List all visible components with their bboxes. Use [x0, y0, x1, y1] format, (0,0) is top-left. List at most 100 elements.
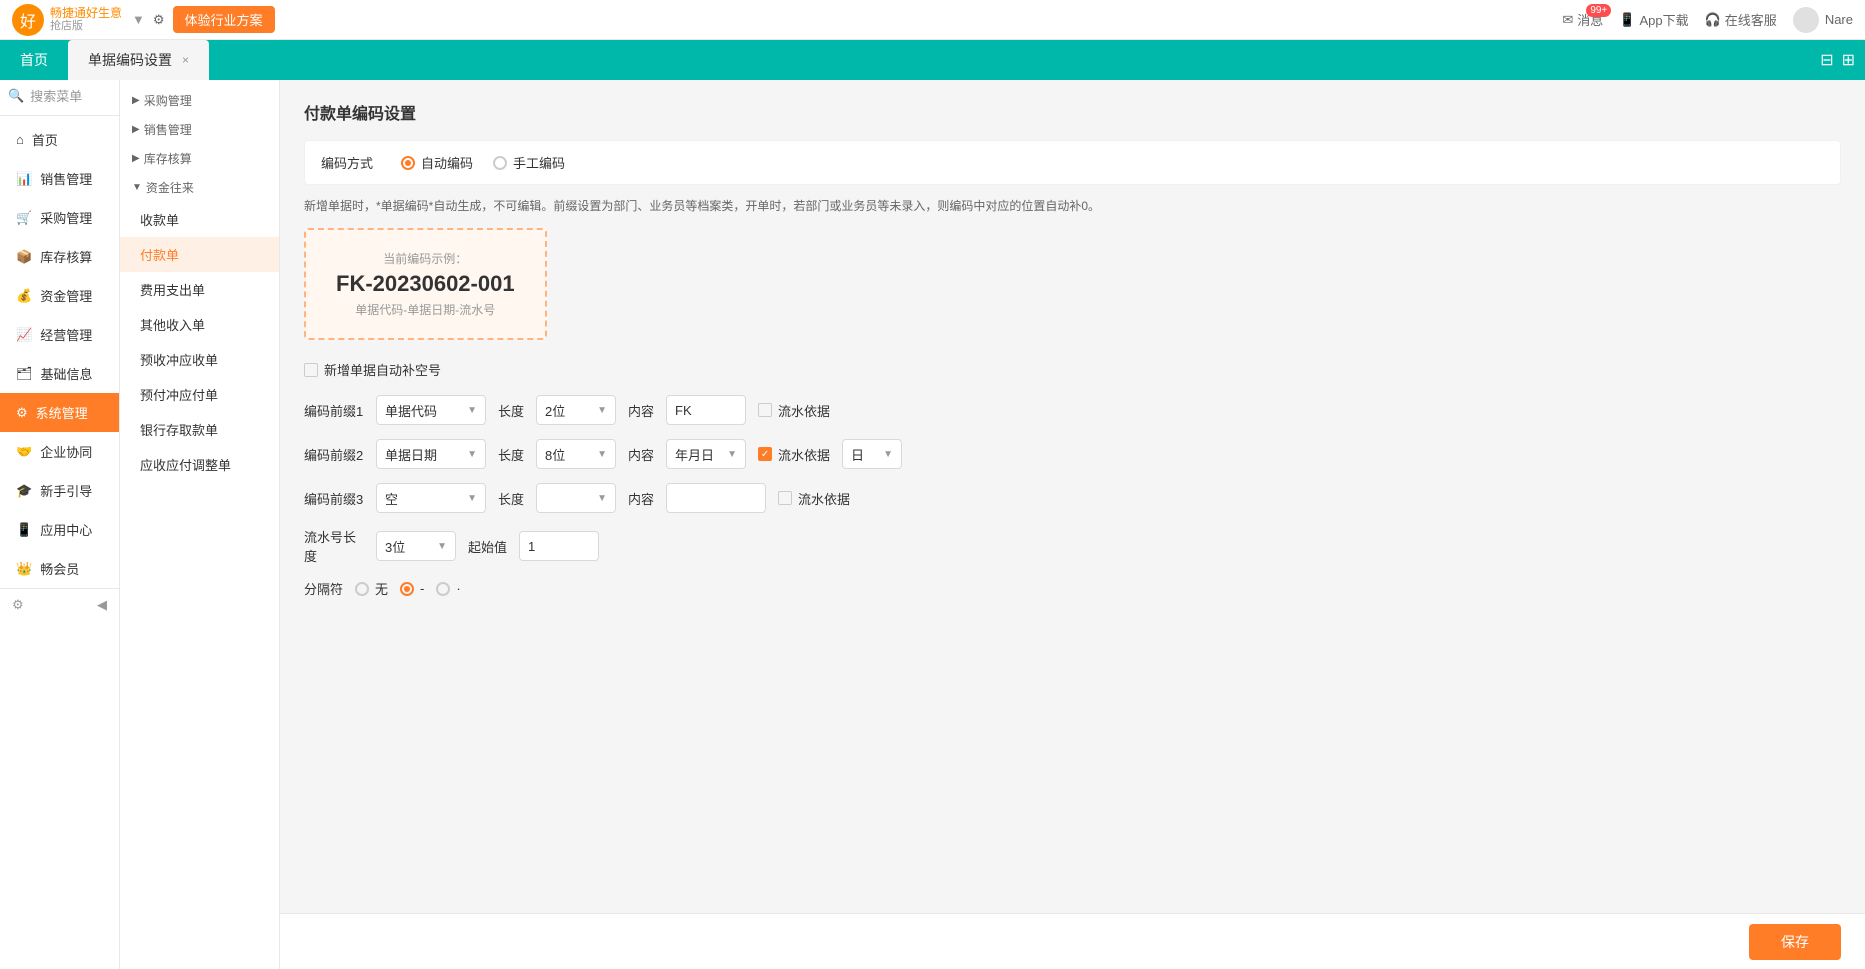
length1-select[interactable]: 2位 ▼ — [536, 395, 616, 425]
sep-dash-radio — [400, 582, 414, 596]
collapse-icon[interactable]: ◀ — [97, 597, 107, 613]
message-badge: 99+ — [1586, 4, 1611, 17]
avatar — [1793, 7, 1819, 33]
leftnav-enterprise[interactable]: 🤝企业协同 — [0, 432, 119, 471]
stream2-unit-select[interactable]: 日 ▼ — [842, 439, 902, 469]
logo-icon: 好 — [12, 4, 44, 36]
leftnav-member[interactable]: 👑畅会员 — [0, 549, 119, 588]
encoding-radio-group: 编码方式 自动编码 手工编码 — [321, 153, 1824, 172]
content3-label: 内容 — [628, 489, 654, 508]
sec-item-adjust[interactable]: 应收应付调整单 — [120, 447, 279, 482]
search-menu[interactable]: 🔍 搜索菜单 — [0, 80, 119, 111]
separator-row: 分隔符 无 - · — [304, 579, 1841, 598]
length3-label: 长度 — [498, 489, 524, 508]
topbar-left: 好 畅捷通好生意 抢店版 ▼ ⚙ 体验行业方案 — [12, 4, 275, 36]
leftnav-basic[interactable]: 🗂基础信息 — [0, 354, 119, 393]
prefix2-select-arrow: ▼ — [467, 449, 477, 460]
group-arrow-funds: ▼ — [132, 182, 142, 193]
prefix3-row: 编码前缀3 空 ▼ 长度 ▼ 内容 流水依据 — [304, 483, 1841, 513]
logo-text: 畅捷通好生意 抢店版 — [50, 6, 122, 34]
tab-home[interactable]: 首页 — [0, 40, 68, 80]
message-btn[interactable]: ✉ 消息 99+ — [1562, 10, 1603, 29]
sep-dash-option[interactable]: - — [400, 581, 424, 596]
sec-item-income[interactable]: 其他收入单 — [120, 307, 279, 342]
prefix3-select[interactable]: 空 ▼ — [376, 483, 486, 513]
save-button[interactable]: 保存 — [1749, 924, 1841, 960]
leftnav-appcenter[interactable]: 📱应用中心 — [0, 510, 119, 549]
info-text: 新增单据时，*单据编码*自动生成，不可编辑。前缀设置为部门、业务员等档案类，开单… — [304, 197, 1841, 216]
logo: 好 畅捷通好生意 抢店版 — [12, 4, 122, 36]
dropdown-arrow[interactable]: ▼ — [132, 12, 145, 27]
appcenter-icon: 📱 — [16, 522, 32, 538]
content1-input[interactable]: FK — [666, 395, 746, 425]
leftnav-operation[interactable]: 📈经营管理 — [0, 315, 119, 354]
leftnav-inventory[interactable]: 📦库存核算 — [0, 237, 119, 276]
sec-item-prepay-pay[interactable]: 预付冲应付单 — [120, 377, 279, 412]
radio-checked-dot — [405, 160, 411, 166]
nav-expand-btn[interactable]: ⊞ — [1842, 50, 1855, 70]
manual-encoding-option[interactable]: 手工编码 — [493, 153, 565, 172]
encoding-mode-section: 编码方式 自动编码 手工编码 — [304, 140, 1841, 185]
tab-close-icon[interactable]: × — [182, 53, 189, 67]
topbar: 好 畅捷通好生意 抢店版 ▼ ⚙ 体验行业方案 ✉ 消息 99+ 📱 App下载… — [0, 0, 1865, 40]
serial-length-select[interactable]: 3位 ▼ — [376, 531, 456, 561]
home-icon: ⌂ — [16, 132, 24, 147]
start-value-input[interactable]: 1 — [519, 531, 599, 561]
sec-item-bank[interactable]: 银行存取款单 — [120, 412, 279, 447]
tab-encoding-settings[interactable]: 单据编码设置 × — [68, 40, 209, 80]
group-inventory[interactable]: ▶ 库存核算 — [120, 144, 279, 173]
content2-select[interactable]: 年月日 ▼ — [666, 439, 746, 469]
preview-label: 当前编码示例： — [336, 250, 515, 267]
sec-item-expense[interactable]: 费用支出单 — [120, 272, 279, 307]
page-title: 付款单编码设置 — [304, 100, 1841, 124]
auto-encoding-option[interactable]: 自动编码 — [401, 153, 473, 172]
online-service-btn[interactable]: 🎧 在线客服 — [1705, 10, 1777, 29]
sec-item-prepay-receive[interactable]: 预收冲应收单 — [120, 342, 279, 377]
stream1-checkbox[interactable] — [758, 403, 772, 417]
prefix2-row: 编码前缀2 单据日期 ▼ 长度 8位 ▼ 内容 年月日 ▼ ✓ 流水依据 — [304, 439, 1841, 469]
leftnav-purchase[interactable]: 🛒采购管理 — [0, 198, 119, 237]
group-funds[interactable]: ▼ 资金往来 — [120, 173, 279, 202]
stream2-checkbox[interactable]: ✓ — [758, 447, 772, 461]
preview-box: 当前编码示例： FK-20230602-001 单据代码-单据日期-流水号 — [304, 228, 547, 340]
service-icon: 🎧 — [1705, 12, 1721, 28]
auto-fill-row: 新增单据自动补空号 — [304, 360, 1841, 379]
leftnav-finance[interactable]: 💰资金管理 — [0, 276, 119, 315]
settings-bottom-icon[interactable]: ⚙ — [12, 597, 24, 613]
prefix2-select[interactable]: 单据日期 ▼ — [376, 439, 486, 469]
sec-item-payment[interactable]: 付款单 — [120, 237, 279, 272]
app-download-btn[interactable]: 📱 App下载 — [1619, 10, 1688, 29]
inventory-icon: 📦 — [16, 249, 32, 265]
serial-length-label: 流水号长度 — [304, 527, 364, 565]
stream3-checkbox[interactable] — [778, 491, 792, 505]
nav-actions: ⊟ ⊞ — [1820, 50, 1865, 70]
message-icon: ✉ — [1562, 12, 1573, 28]
auto-encoding-radio — [401, 156, 415, 170]
leftnav-sales[interactable]: 📊销售管理 — [0, 159, 119, 198]
prefix1-select[interactable]: 单据代码 ▼ — [376, 395, 486, 425]
user-avatar[interactable]: Nare — [1793, 7, 1853, 33]
separator-label: 分隔符 — [304, 579, 343, 598]
group-purchase[interactable]: ▶ 采购管理 — [120, 86, 279, 115]
leftnav-system[interactable]: ⚙系统管理 — [0, 393, 119, 432]
main-layout: 🔍 搜索菜单 ⌂首页 📊销售管理 🛒采购管理 📦库存核算 💰资金管理 📈经营管理… — [0, 80, 1865, 969]
length2-select[interactable]: 8位 ▼ — [536, 439, 616, 469]
experience-btn[interactable]: 体验行业方案 — [173, 6, 275, 33]
auto-fill-checkbox[interactable] — [304, 363, 318, 377]
leftnav-home[interactable]: ⌂首页 — [0, 120, 119, 159]
secondary-sidebar: ▶ 采购管理 ▶ 销售管理 ▶ 库存核算 ▼ 资金往来 收款单 付款单 费用支出… — [120, 80, 280, 969]
leftnav-guide[interactable]: 🎓新手引导 — [0, 471, 119, 510]
sep-dot-option[interactable]: · — [436, 581, 460, 596]
sep-none-radio — [355, 582, 369, 596]
sep-none-option[interactable]: 无 — [355, 579, 388, 598]
preview-sub: 单据代码-单据日期-流水号 — [336, 301, 515, 318]
content3-input[interactable] — [666, 483, 766, 513]
length3-select[interactable]: ▼ — [536, 483, 616, 513]
prefix3-select-arrow: ▼ — [467, 493, 477, 504]
settings-icon[interactable]: ⚙ — [153, 12, 165, 28]
preview-code: FK-20230602-001 — [336, 271, 515, 297]
group-sales[interactable]: ▶ 销售管理 — [120, 115, 279, 144]
nav-minimize-btn[interactable]: ⊟ — [1820, 50, 1833, 70]
stream3-item: 流水依据 — [778, 489, 850, 508]
sec-item-receipt[interactable]: 收款单 — [120, 202, 279, 237]
